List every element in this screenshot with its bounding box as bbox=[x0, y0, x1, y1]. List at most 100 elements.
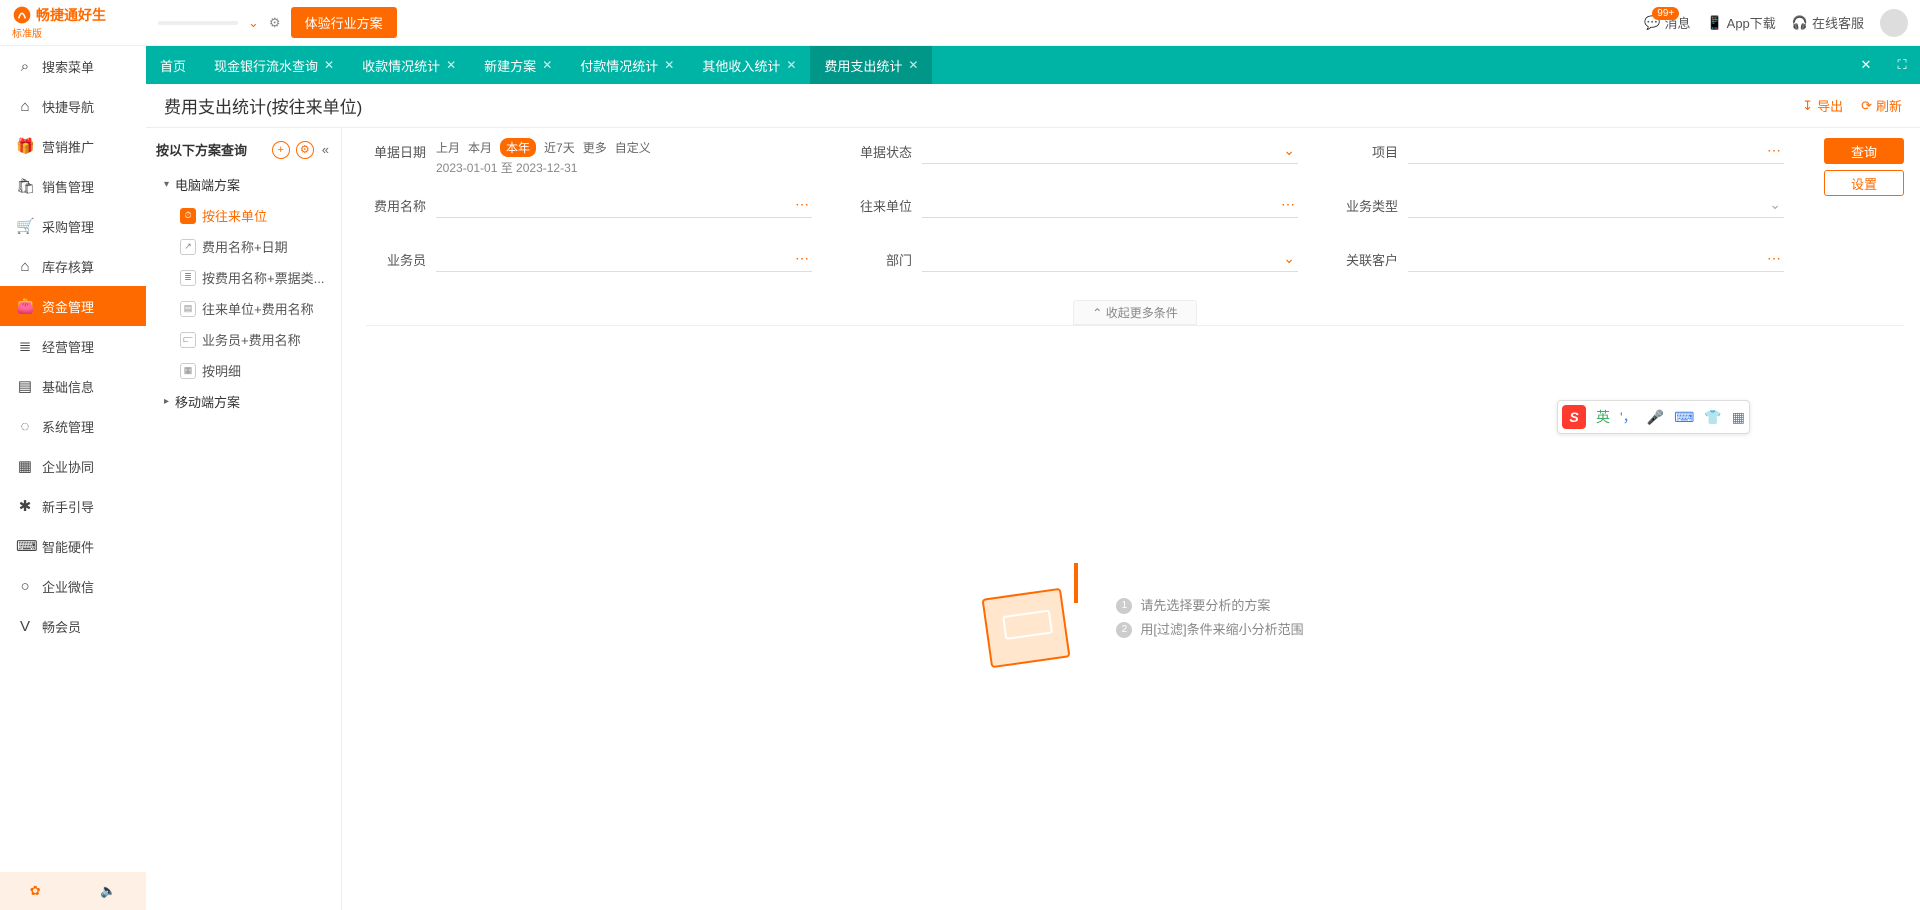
plan-item[interactable]: ≣按费用名称+票据类... bbox=[146, 262, 341, 293]
ime-skin-icon[interactable]: 👕 bbox=[1704, 409, 1721, 426]
tab[interactable]: 付款情况统计✕ bbox=[566, 46, 688, 84]
plan-group[interactable]: ▸移动端方案 bbox=[146, 386, 341, 417]
project-input[interactable]: ⋯ bbox=[1408, 138, 1784, 164]
avatar[interactable] bbox=[1880, 9, 1908, 37]
sidebar-item[interactable]: ▤基础信息 bbox=[0, 366, 146, 406]
ime-grid-icon[interactable]: ▦ bbox=[1732, 409, 1745, 426]
search-button[interactable]: 查询 bbox=[1824, 138, 1904, 164]
gear-icon[interactable]: ⚙ bbox=[269, 15, 281, 31]
date-pill[interactable]: 本年 bbox=[500, 138, 536, 157]
tryout-button[interactable]: 体验行业方案 bbox=[291, 7, 397, 38]
tab-label: 收款情况统计 bbox=[362, 56, 440, 75]
status-select[interactable]: ⌄ bbox=[922, 138, 1298, 164]
sidebar-item-label: 快捷导航 bbox=[42, 97, 94, 116]
sidebar-item[interactable]: ⌕搜索菜单 bbox=[0, 46, 146, 86]
sidebar-item[interactable]: ◌系统管理 bbox=[0, 406, 146, 446]
plan-collapse-icon[interactable]: « bbox=[320, 142, 331, 157]
sidebar-item[interactable]: ✱新手引导 bbox=[0, 486, 146, 526]
sidebar-item-label: 企业微信 bbox=[42, 577, 94, 596]
tab[interactable]: 现金银行流水查询✕ bbox=[200, 46, 348, 84]
sidebar-item-icon: 🎁 bbox=[16, 137, 34, 155]
sidebar-item[interactable]: ▦企业协同 bbox=[0, 446, 146, 486]
tab[interactable]: 费用支出统计✕ bbox=[810, 46, 932, 84]
plan-group[interactable]: ▾电脑端方案 bbox=[146, 169, 341, 200]
tab-close-icon[interactable]: ✕ bbox=[786, 58, 796, 72]
tab-close-icon[interactable]: ✕ bbox=[908, 58, 918, 72]
page-header: 费用支出统计(按往来单位) ↧ 导出 ⟳ 刷新 bbox=[146, 84, 1920, 128]
ime-punct-icon[interactable]: '， bbox=[1620, 407, 1637, 427]
more-icon: ⋯ bbox=[1765, 250, 1784, 267]
tab[interactable]: 首页 bbox=[146, 46, 200, 84]
ime-toolbar[interactable]: S 英 '， 🎤 ⌨ 👕 ▦ bbox=[1557, 400, 1750, 434]
sidebar-item[interactable]: ⌂快捷导航 bbox=[0, 86, 146, 126]
plan-item-label: 业务员+费用名称 bbox=[202, 330, 301, 349]
status-label: 单据状态 bbox=[852, 138, 922, 161]
plan-item[interactable]: ⫍业务员+费用名称 bbox=[146, 324, 341, 355]
tab-close-icon[interactable]: ✕ bbox=[446, 58, 456, 72]
refresh-button[interactable]: ⟳ 刷新 bbox=[1861, 96, 1902, 115]
ime-keyboard-icon[interactable]: ⌨ bbox=[1674, 409, 1694, 426]
sidebar-item[interactable]: ≣经营管理 bbox=[0, 326, 146, 366]
export-button[interactable]: ↧ 导出 bbox=[1802, 96, 1843, 115]
empty-step1-text: 请先选择要分析的方案 bbox=[1140, 594, 1270, 618]
customer-service-link[interactable]: 🎧 在线客服 bbox=[1792, 13, 1864, 32]
tab[interactable]: 收款情况统计 ✕ bbox=[348, 46, 470, 84]
chevron-down-icon: ⌄ bbox=[1281, 250, 1298, 267]
plan-item[interactable]: ↗费用名称+日期 bbox=[146, 231, 341, 262]
plan-panel: 按以下方案查询 + ⚙ « ▾电脑端方案⏱按往来单位↗费用名称+日期≣按费用名称… bbox=[146, 128, 342, 910]
chevron-down-icon: ⌄ bbox=[1767, 196, 1784, 213]
caret-icon: ▾ bbox=[164, 179, 169, 190]
date-pill[interactable]: 本月 bbox=[468, 139, 492, 156]
biztype-select[interactable]: ⌄ bbox=[1408, 192, 1784, 218]
sidebar-item-icon: 🛍 bbox=[16, 177, 34, 195]
sidebar-item[interactable]: ⌨智能硬件 bbox=[0, 526, 146, 566]
sidebar-item[interactable]: 🛍销售管理 bbox=[0, 166, 146, 206]
sidebar-item[interactable]: V畅会员 bbox=[0, 606, 146, 646]
relcustomer-input[interactable]: ⋯ bbox=[1408, 246, 1784, 272]
tabs-fullscreen-icon[interactable]: ⛶ bbox=[1884, 57, 1920, 73]
date-pill[interactable]: 自定义 bbox=[615, 139, 651, 156]
date-pill[interactable]: 更多 bbox=[583, 139, 607, 156]
message-link[interactable]: 💬 消息 99+ bbox=[1644, 13, 1690, 32]
sidebar-item-icon: ▦ bbox=[16, 457, 34, 475]
tab-close-icon[interactable]: ✕ bbox=[664, 58, 674, 72]
salesman-input[interactable]: ⋯ bbox=[436, 246, 812, 272]
sidebar-item[interactable]: ○ 企业微信 bbox=[0, 566, 146, 606]
sidebar-item-icon: ○ bbox=[16, 578, 34, 595]
plan-item[interactable]: ⏱按往来单位 bbox=[146, 200, 341, 231]
sidebar-item[interactable]: 👛资金管理 bbox=[0, 286, 146, 326]
sidebar-item-label: 新手引导 bbox=[42, 497, 94, 516]
partner-input[interactable]: ⋯ bbox=[922, 192, 1298, 218]
sidebar-item[interactable]: 🛒采购管理 bbox=[0, 206, 146, 246]
feename-label: 费用名称 bbox=[366, 192, 436, 215]
app-download-link[interactable]: 📱 App下载 bbox=[1706, 13, 1775, 32]
plan-item[interactable]: ▦按明细 bbox=[146, 355, 341, 386]
sidebar-item[interactable]: 🎁营销推广 bbox=[0, 126, 146, 166]
tab-close-icon[interactable]: ✕ bbox=[542, 58, 552, 72]
tab-label: 其他收入统计 bbox=[702, 56, 780, 75]
tab[interactable]: 其他收入统计 ✕ bbox=[688, 46, 810, 84]
tab[interactable]: 新建方案 ✕ bbox=[470, 46, 566, 84]
tabs-close-all-icon[interactable]: ✕ bbox=[1848, 57, 1884, 73]
ime-lang[interactable]: 英 bbox=[1596, 407, 1610, 427]
plan-add-button[interactable]: + bbox=[272, 141, 290, 159]
ime-mic-icon[interactable]: 🎤 bbox=[1647, 409, 1664, 426]
dept-select[interactable]: ⌄ bbox=[922, 246, 1298, 272]
biztype-label: 业务类型 bbox=[1338, 192, 1408, 215]
date-pill[interactable]: 近7天 bbox=[544, 139, 575, 156]
plan-settings-button[interactable]: ⚙ bbox=[296, 141, 314, 159]
feename-input[interactable]: ⋯ bbox=[436, 192, 812, 218]
tab-close-icon[interactable]: ✕ bbox=[324, 58, 334, 72]
plan-item[interactable]: ▤往来单位+费用名称 bbox=[146, 293, 341, 324]
company-dropdown-icon[interactable]: ⌄ bbox=[248, 15, 259, 31]
date-pill[interactable]: 上月 bbox=[436, 139, 460, 156]
sidebar-settings-icon[interactable]: ✿ bbox=[30, 883, 41, 899]
sidebar-item[interactable]: ⌂库存核算 bbox=[0, 246, 146, 286]
plan-group-label: 移动端方案 bbox=[175, 392, 240, 411]
settings-button[interactable]: 设置 bbox=[1824, 170, 1904, 196]
sidebar-item-icon: ⌂ bbox=[16, 258, 34, 275]
tab-label: 新建方案 bbox=[484, 56, 536, 75]
collapse-conditions-button[interactable]: ⌃ 收起更多条件 bbox=[1073, 300, 1196, 325]
sidebar-sound-icon[interactable]: 🔈 bbox=[100, 883, 116, 899]
sidebar: ⌕搜索菜单⌂快捷导航🎁营销推广🛍销售管理🛒采购管理⌂库存核算👛资金管理≣经营管理… bbox=[0, 46, 146, 910]
